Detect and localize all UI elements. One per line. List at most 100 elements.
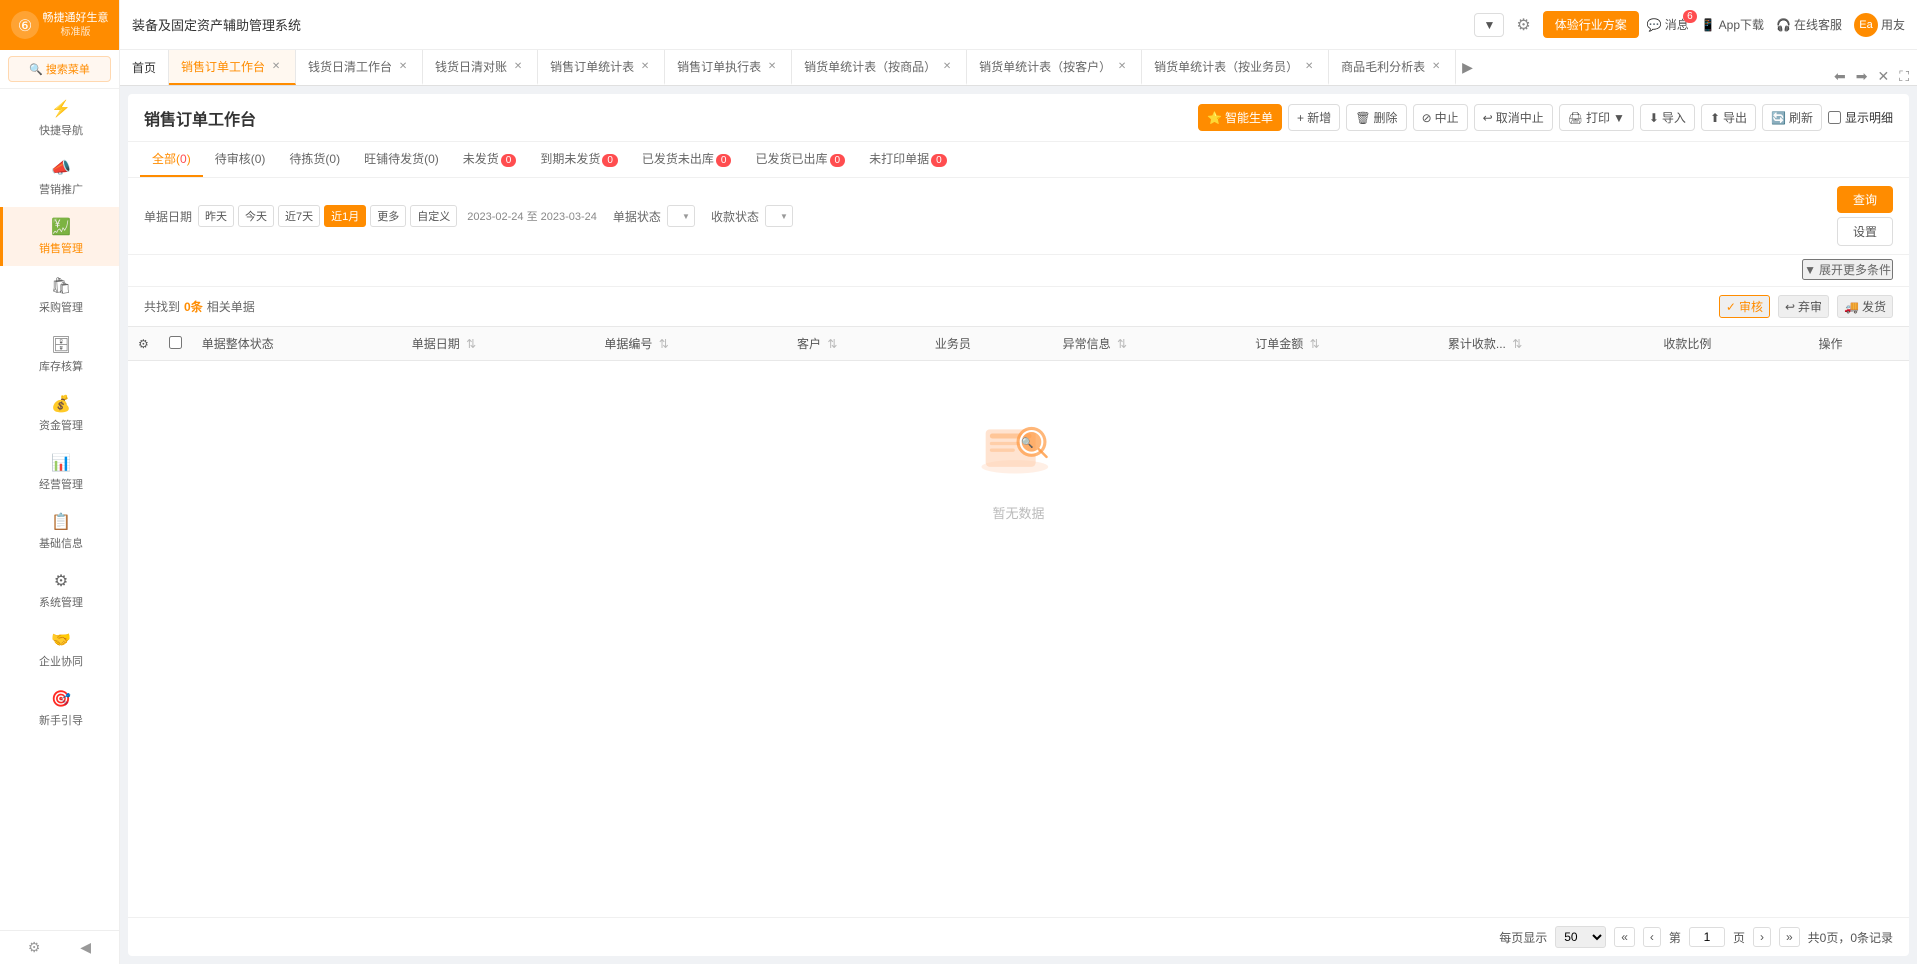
sub-tab-pending-inspect[interactable]: 待拣货(0)	[277, 142, 352, 177]
close-cash-daily-tab[interactable]: ✕	[396, 60, 410, 74]
tab-next-btn[interactable]: ➡	[1852, 68, 1872, 85]
cancel-suspend-btn[interactable]: ↩ 取消中止	[1474, 104, 1553, 131]
tab-gross-profit[interactable]: 商品毛利分析表 ✕	[1329, 50, 1456, 85]
settings-bottom-icon[interactable]: ⚙	[28, 939, 41, 956]
smart-create-btn[interactable]: ⭐ 智能生单	[1198, 104, 1282, 131]
audit-action-btn[interactable]: ✓ 审核	[1719, 295, 1770, 318]
suspend-btn[interactable]: ⊘ 中止	[1413, 104, 1468, 131]
online-service-btn[interactable]: 🎧 在线客服	[1776, 16, 1842, 33]
tab-cash-reconcile[interactable]: 钱货日清对账 ✕	[423, 50, 538, 85]
audit-icon: ✓	[1726, 300, 1736, 314]
refresh-btn[interactable]: 🔄 刷新	[1762, 104, 1822, 131]
sidebar-nav-item-system[interactable]: ⚙ 系统管理	[0, 561, 119, 620]
close-sales-workbench-tab[interactable]: ✕	[269, 60, 283, 74]
query-btn[interactable]: 查询	[1837, 186, 1893, 213]
print-dropdown-icon: ▼	[1613, 111, 1625, 125]
tab-sales-summary-staff[interactable]: 销货单统计表（按业务员） ✕	[1142, 50, 1329, 85]
page-end-label: 页	[1733, 929, 1745, 946]
collected-sort-icon[interactable]: ⇅	[1512, 337, 1522, 351]
export-btn[interactable]: ⬆ 导出	[1701, 104, 1756, 131]
sub-tab-pending-audit[interactable]: 待审核(0)	[203, 142, 278, 177]
ship-action-btn[interactable]: 🚚 发货	[1837, 295, 1893, 318]
date-1month-btn[interactable]: 近1月	[324, 205, 366, 227]
sidebar-nav-item-finance[interactable]: 💰 资金管理	[0, 384, 119, 443]
close-sales-exec-tab[interactable]: ✕	[765, 60, 779, 74]
select-all-checkbox[interactable]	[169, 336, 182, 349]
tab-prev-btn[interactable]: ⬅	[1830, 68, 1850, 85]
date-today-btn[interactable]: 今天	[238, 205, 274, 227]
tab-sales-summary-customer[interactable]: 销货单统计表（按客户） ✕	[967, 50, 1142, 85]
user-profile-btn[interactable]: Ea 用友	[1854, 13, 1905, 37]
sub-tab-shipped-not-out[interactable]: 已发货未出库0	[630, 142, 744, 177]
close-cash-reconcile-tab[interactable]: ✕	[511, 60, 525, 74]
tab-close-all-btn[interactable]: ✕	[1873, 68, 1893, 85]
column-settings-icon[interactable]: ⚙	[138, 337, 149, 351]
close-sales-summary-staff-tab[interactable]: ✕	[1302, 60, 1316, 74]
sidebar-nav-item-marketing[interactable]: 📣 营销推广	[0, 148, 119, 207]
sidebar-nav-item-sales[interactable]: 💹 销售管理	[0, 207, 119, 266]
tab-sales-exec[interactable]: 销售订单执行表 ✕	[665, 50, 792, 85]
sidebar-nav-item-purchase[interactable]: 🛍 采购管理	[0, 266, 119, 325]
sub-tab-not-printed[interactable]: 未打印单据0	[857, 142, 959, 177]
payment-select[interactable]	[765, 205, 793, 227]
last-page-btn[interactable]: »	[1779, 927, 1800, 947]
amount-sort-icon[interactable]: ⇅	[1310, 337, 1320, 351]
date-7days-btn[interactable]: 近7天	[278, 205, 320, 227]
date-sort-icon[interactable]: ⇅	[466, 337, 476, 351]
tab-sales-stat[interactable]: 销售订单统计表 ✕	[538, 50, 665, 85]
header-settings-icon[interactable]: ⚙	[1512, 11, 1534, 39]
filter-setting-btn[interactable]: 设置	[1837, 217, 1893, 246]
tab-home[interactable]: 首页	[120, 50, 169, 85]
date-yesterday-btn[interactable]: 昨天	[198, 205, 234, 227]
sidebar-nav-item-inventory[interactable]: 🗄 库存核算	[0, 325, 119, 384]
prev-page-btn[interactable]: ‹	[1643, 927, 1661, 947]
tab-cash-daily[interactable]: 钱货日清工作台 ✕	[296, 50, 423, 85]
print-btn[interactable]: 🖨 打印 ▼	[1559, 104, 1634, 131]
tab-scroll-right[interactable]: ▶	[1456, 50, 1479, 85]
sub-tab-shipped-out[interactable]: 已发货已出库0	[743, 142, 857, 177]
first-page-btn[interactable]: «	[1614, 927, 1635, 947]
show-detail-checkbox[interactable]	[1828, 111, 1841, 124]
main-area: 装备及固定资产辅助管理系统 ▼ ⚙ 体验行业方案 💬 消息 6 📱 App下载 …	[120, 0, 1917, 964]
expand-filter-btn[interactable]: ▼ 展开更多条件	[1802, 259, 1893, 280]
sidebar-nav-item-quick-nav[interactable]: ⚡ 快捷导航	[0, 89, 119, 148]
page-size-select[interactable]: 50 10 20 100	[1555, 926, 1606, 948]
close-sales-summary-customer-tab[interactable]: ✕	[1115, 60, 1129, 74]
close-gross-profit-tab[interactable]: ✕	[1429, 60, 1443, 74]
search-menu-button[interactable]: 🔍 搜索菜单	[8, 56, 111, 82]
expand-filter-bar: ▼ 展开更多条件	[128, 255, 1909, 287]
page-label: 第	[1669, 929, 1681, 946]
experience-btn[interactable]: 体验行业方案	[1543, 11, 1639, 38]
sidebar-nav-item-guide[interactable]: 🎯 新手引导	[0, 679, 119, 738]
sub-tab-all[interactable]: 全部(0)	[140, 142, 203, 177]
messages-btn[interactable]: 💬 消息 6	[1647, 16, 1689, 33]
tab-sales-summary-product[interactable]: 销货单统计表（按商品） ✕	[792, 50, 967, 85]
cancel-audit-action-btn[interactable]: ↩ 弃审	[1778, 295, 1829, 318]
date-custom-btn[interactable]: 自定义	[410, 205, 457, 227]
sub-tab-overdue-not-shipped[interactable]: 到期未发货0	[528, 142, 630, 177]
customer-sort-icon[interactable]: ⇅	[827, 337, 837, 351]
page-input[interactable]	[1689, 927, 1725, 947]
status-select[interactable]	[667, 205, 695, 227]
close-sales-summary-product-tab[interactable]: ✕	[940, 60, 954, 74]
show-detail-label[interactable]: 显示明细	[1828, 109, 1893, 126]
sidebar-nav-item-operation[interactable]: 📊 经营管理	[0, 443, 119, 502]
system-dropdown[interactable]: ▼	[1474, 13, 1504, 37]
sub-tab-not-shipped[interactable]: 未发货0	[451, 142, 529, 177]
sidebar-nav-item-basic[interactable]: 📋 基础信息	[0, 502, 119, 561]
tab-sales-workbench[interactable]: 销售订单工作台 ✕	[169, 50, 296, 85]
collapse-icon[interactable]: ◀	[80, 939, 91, 956]
date-more-btn[interactable]: 更多	[370, 205, 406, 227]
app-download-btn[interactable]: 📱 App下载	[1701, 16, 1764, 33]
tab-maximize-btn[interactable]: ⛶	[1895, 68, 1913, 85]
delete-btn[interactable]: 🗑 删除	[1346, 104, 1406, 131]
purchase-icon: 🛍	[51, 276, 71, 296]
sub-tab-wangpu-pending[interactable]: 旺铺待发货(0)	[352, 142, 451, 177]
next-page-btn[interactable]: ›	[1753, 927, 1771, 947]
add-btn[interactable]: + 新增	[1288, 104, 1340, 131]
number-sort-icon[interactable]: ⇅	[659, 337, 669, 351]
close-sales-stat-tab[interactable]: ✕	[638, 60, 652, 74]
error-sort-icon[interactable]: ⇅	[1117, 337, 1127, 351]
import-btn[interactable]: ⬇ 导入	[1640, 104, 1695, 131]
sidebar-nav-item-enterprise[interactable]: 🤝 企业协同	[0, 620, 119, 679]
